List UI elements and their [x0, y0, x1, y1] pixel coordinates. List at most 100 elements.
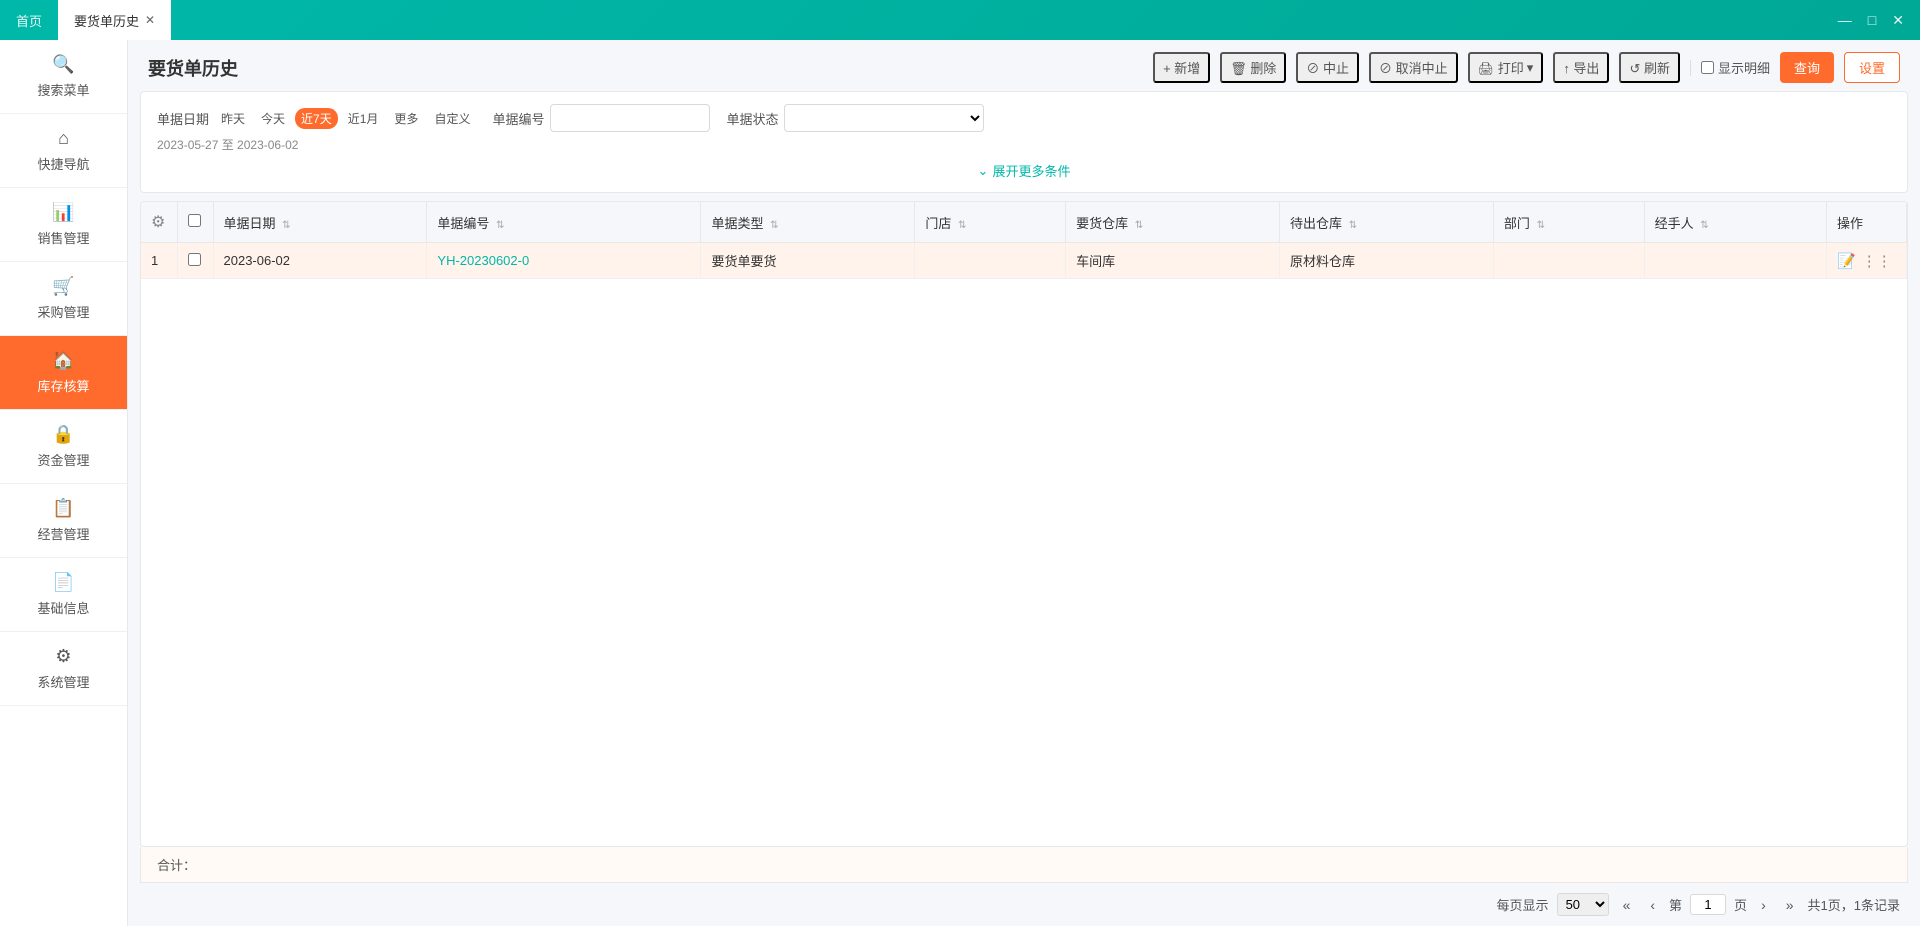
show-detail-input[interactable] — [1701, 61, 1714, 74]
close-tab-icon[interactable]: ✕ — [145, 13, 155, 27]
close-window-icon[interactable]: ✕ — [1888, 10, 1908, 31]
shortcut-today[interactable]: 今天 — [255, 108, 291, 129]
page-header: 要货单历史 + 新增 🗑 删除 ⊘ 中止 ⊘ 取消中止 🖨 打印 ▾ — [128, 40, 1920, 91]
show-detail-checkbox[interactable]: 显示明细 — [1701, 58, 1770, 77]
table-footer: 合计： — [140, 847, 1908, 883]
minimize-icon[interactable]: — — [1834, 10, 1856, 30]
sidebar-item-sales[interactable]: 📊 销售管理 — [0, 188, 127, 262]
prev-prev-page-btn[interactable]: « — [1617, 895, 1637, 915]
col-settings: ⚙ — [141, 202, 177, 243]
col-department: 部门 ⇅ — [1493, 202, 1644, 243]
cancel-stop-button[interactable]: ⊘ 取消中止 — [1369, 52, 1458, 83]
page-size-select[interactable]: 50 20 100 — [1557, 893, 1609, 916]
delete-button[interactable]: 🗑 删除 — [1220, 52, 1286, 83]
sidebar-item-system[interactable]: ⚙ 系统管理 — [0, 632, 127, 706]
shortcut-more[interactable]: 更多 — [388, 108, 424, 129]
toolbar: + 新增 🗑 删除 ⊘ 中止 ⊘ 取消中止 🖨 打印 ▾ ↑ 导出 — [1153, 52, 1900, 83]
col-doc-type: 单据类型 ⇅ — [701, 202, 915, 243]
search-icon: 🔍 — [52, 54, 74, 75]
sidebar-item-base-info[interactable]: 📄 基础信息 — [0, 558, 127, 632]
maximize-icon[interactable]: □ — [1864, 10, 1880, 30]
home-icon: ⌂ — [58, 128, 69, 149]
next-next-page-btn[interactable]: » — [1780, 895, 1800, 915]
col-req-warehouse: 要货仓库 ⇅ — [1066, 202, 1280, 243]
sort-doc-type-icon[interactable]: ⇅ — [770, 220, 778, 231]
refresh-button[interactable]: ↺ 刷新 — [1619, 52, 1680, 83]
col-actions: 操作 — [1827, 202, 1907, 243]
page-number-input[interactable] — [1690, 894, 1726, 915]
sort-out-warehouse-icon[interactable]: ⇅ — [1349, 220, 1357, 231]
data-table: ⚙ 单据日期 ⇅ 单据编号 ⇅ — [141, 202, 1907, 279]
sidebar-item-finance[interactable]: 🔒 资金管理 — [0, 410, 127, 484]
settings-button[interactable]: 设置 — [1844, 52, 1900, 83]
shortcut-custom[interactable]: 自定义 — [428, 108, 476, 129]
row-out-warehouse: 原材料仓库 — [1280, 243, 1494, 279]
date-range-text: 2023-05-27 至 2023-06-02 — [157, 138, 298, 152]
sort-store-icon[interactable]: ⇅ — [958, 220, 966, 231]
tab-home[interactable]: 首页 — [0, 0, 58, 40]
sidebar-item-inventory[interactable]: 🏠 库存核算 — [0, 336, 127, 410]
doc-number-link[interactable]: YH-20230602-0 — [437, 253, 529, 268]
table-row: 1 2023-06-02 YH-20230602-0 要货单要货 车间库 原材料… — [141, 243, 1907, 279]
shortcut-7days[interactable]: 近7天 — [295, 108, 338, 129]
top-bar-right: — □ ✕ — [1834, 10, 1920, 31]
row-doc-date: 2023-06-02 — [213, 243, 427, 279]
sort-handler-icon[interactable]: ⇅ — [1700, 220, 1708, 231]
table-wrapper: ⚙ 单据日期 ⇅ 单据编号 ⇅ — [140, 201, 1908, 847]
page-title: 要货单历史 — [148, 55, 238, 81]
next-page-btn[interactable]: › — [1755, 895, 1772, 915]
sidebar-item-operations[interactable]: 📋 经营管理 — [0, 484, 127, 558]
system-icon: ⚙ — [55, 646, 71, 667]
sidebar-item-quick-nav[interactable]: ⌂ 快捷导航 — [0, 114, 127, 188]
sort-doc-number-icon[interactable]: ⇅ — [496, 220, 504, 231]
row-seq: 1 — [141, 243, 177, 279]
col-store: 门店 ⇅ — [915, 202, 1066, 243]
stop-button[interactable]: ⊘ 中止 — [1296, 52, 1359, 83]
shortcut-1month[interactable]: 近1月 — [342, 108, 385, 129]
prev-page-btn[interactable]: ‹ — [1644, 895, 1661, 915]
doc-number-filter: 单据编号 — [492, 104, 710, 132]
sales-icon: 📊 — [52, 202, 74, 223]
print-dropdown-icon: ▾ — [1527, 60, 1534, 76]
more-icon[interactable]: ⋮⋮ — [1862, 252, 1892, 270]
print-button[interactable]: 🖨 打印 ▾ — [1468, 52, 1544, 83]
table-header-row: ⚙ 单据日期 ⇅ 单据编号 ⇅ — [141, 202, 1907, 243]
main-layout: 🔍 搜索菜单 ⌂ 快捷导航 📊 销售管理 🛒 采购管理 🏠 库存核算 🔒 资金管… — [0, 40, 1920, 926]
row-doc-number: YH-20230602-0 — [427, 243, 701, 279]
sidebar-item-purchase[interactable]: 🛒 采购管理 — [0, 262, 127, 336]
base-info-icon: 📄 — [52, 572, 74, 593]
sort-req-warehouse-icon[interactable]: ⇅ — [1135, 220, 1143, 231]
pagination-bar: 每页显示 50 20 100 « ‹ 第 页 › » 共1页，1条记录 — [128, 883, 1920, 926]
divider — [1690, 60, 1691, 76]
sort-doc-date-icon[interactable]: ⇅ — [282, 220, 290, 231]
content-area: 要货单历史 + 新增 🗑 删除 ⊘ 中止 ⊘ 取消中止 🖨 打印 ▾ — [128, 40, 1920, 926]
edit-icon[interactable]: 📝 — [1837, 252, 1856, 270]
filter-area: 单据日期 昨天 今天 近7天 近1月 更多 自定义 单据编号 — [140, 91, 1908, 193]
doc-status-select[interactable] — [784, 104, 984, 132]
sort-department-icon[interactable]: ⇅ — [1537, 220, 1545, 231]
date-filter: 单据日期 昨天 今天 近7天 近1月 更多 自定义 — [157, 108, 476, 129]
new-button[interactable]: + 新增 — [1153, 52, 1210, 83]
operations-icon: 📋 — [52, 498, 74, 519]
row-store — [915, 243, 1066, 279]
row-checkbox-input[interactable] — [188, 253, 201, 266]
col-handler: 经手人 ⇅ — [1644, 202, 1826, 243]
row-handler — [1644, 243, 1826, 279]
tab-requisition-history[interactable]: 要货单历史 ✕ — [58, 0, 171, 40]
query-button[interactable]: 查询 — [1780, 52, 1834, 83]
row-actions: 📝 ⋮⋮ — [1827, 243, 1907, 279]
expand-more-btn[interactable]: ⌄ 展开更多条件 — [157, 161, 1891, 180]
table-body: 1 2023-06-02 YH-20230602-0 要货单要货 车间库 原材料… — [141, 243, 1907, 279]
select-all-checkbox[interactable] — [188, 214, 201, 227]
sidebar-item-search-menu[interactable]: 🔍 搜索菜单 — [0, 40, 127, 114]
row-department — [1493, 243, 1644, 279]
shortcut-yesterday[interactable]: 昨天 — [215, 108, 251, 129]
col-doc-number: 单据编号 ⇅ — [427, 202, 701, 243]
sidebar: 🔍 搜索菜单 ⌂ 快捷导航 📊 销售管理 🛒 采购管理 🏠 库存核算 🔒 资金管… — [0, 40, 128, 926]
export-button[interactable]: ↑ 导出 — [1553, 52, 1609, 83]
doc-number-input[interactable] — [550, 104, 710, 132]
expand-more-icon: ⌄ — [978, 163, 989, 179]
column-settings-icon[interactable]: ⚙ — [151, 214, 165, 231]
inventory-icon: 🏠 — [52, 350, 74, 371]
finance-icon: 🔒 — [52, 424, 74, 445]
